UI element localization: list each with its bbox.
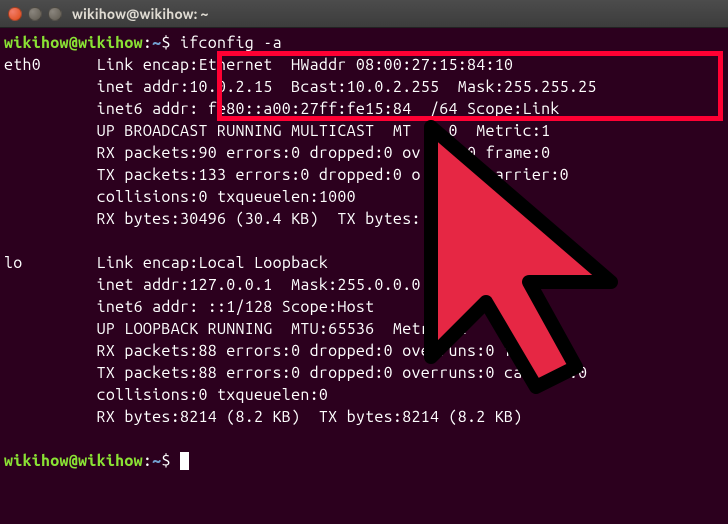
maximize-icon[interactable] [48,7,62,21]
window-buttons [8,7,62,21]
typed-command: ifconfig -a [180,34,282,52]
window-title: wikihow@wikihow: ~ [72,6,208,22]
lo-line-4: UP LOOPBACK RUNNING MTU:65536 Metric:1 [4,318,724,340]
lo-line-2: inet addr:127.0.0.1 Mask:255.0.0.0 [4,274,724,296]
close-icon[interactable] [8,7,22,21]
minimize-icon[interactable] [28,7,42,21]
eth0-line-2: inet addr:10.0.2.15 Bcast:10.0.2.255 Mas… [4,76,724,98]
eth0-line-4: UP BROADCAST RUNNING MULTICAST MT 0 Metr… [4,120,724,142]
lo-line-7: collisions:0 txqueuelen:0 [4,384,724,406]
eth0-line-1: eth0 Link encap:Ethernet HWaddr 08:00:27… [4,54,724,76]
eth0-line-7: collisions:0 txqueuelen:1000 [4,186,724,208]
terminal-cursor [180,452,189,470]
lo-line-3: inet6 addr: ::1/128 Scope:Host [4,296,724,318]
blank-line [4,230,724,252]
eth0-line-8: RX bytes:30496 (30.4 KB) TX bytes: [4,208,724,230]
command-line: wikihow@wikihow:~$ ifconfig -a [4,32,724,54]
prompt-userhost: wikihow@wikihow [4,452,143,470]
prompt-line-2: wikihow@wikihow:~$ [4,450,724,472]
lo-line-6: TX packets:88 errors:0 dropped:0 overrun… [4,362,724,384]
terminal-output[interactable]: wikihow@wikihow:~$ ifconfig -aeth0 Link … [0,28,728,524]
lo-line-1: lo Link encap:Local Loopback [4,252,724,274]
lo-line-5: RX packets:88 errors:0 dropped:0 overrun… [4,340,724,362]
prompt-symbol: $ [161,452,170,470]
blank-line-2 [4,428,724,450]
window-titlebar: wikihow@wikihow: ~ [0,0,728,28]
eth0-line-6: TX packets:133 errors:0 dropped:0 o carr… [4,164,724,186]
eth0-line-5: RX packets:90 errors:0 dropped:0 ov 0 fr… [4,142,724,164]
lo-line-8: RX bytes:8214 (8.2 KB) TX bytes:8214 (8.… [4,406,724,428]
prompt-symbol: $ [161,34,170,52]
prompt-userhost: wikihow@wikihow [4,34,143,52]
eth0-line-3: inet6 addr: fe80::a00:27ff:fe15:84 /64 S… [4,98,724,120]
